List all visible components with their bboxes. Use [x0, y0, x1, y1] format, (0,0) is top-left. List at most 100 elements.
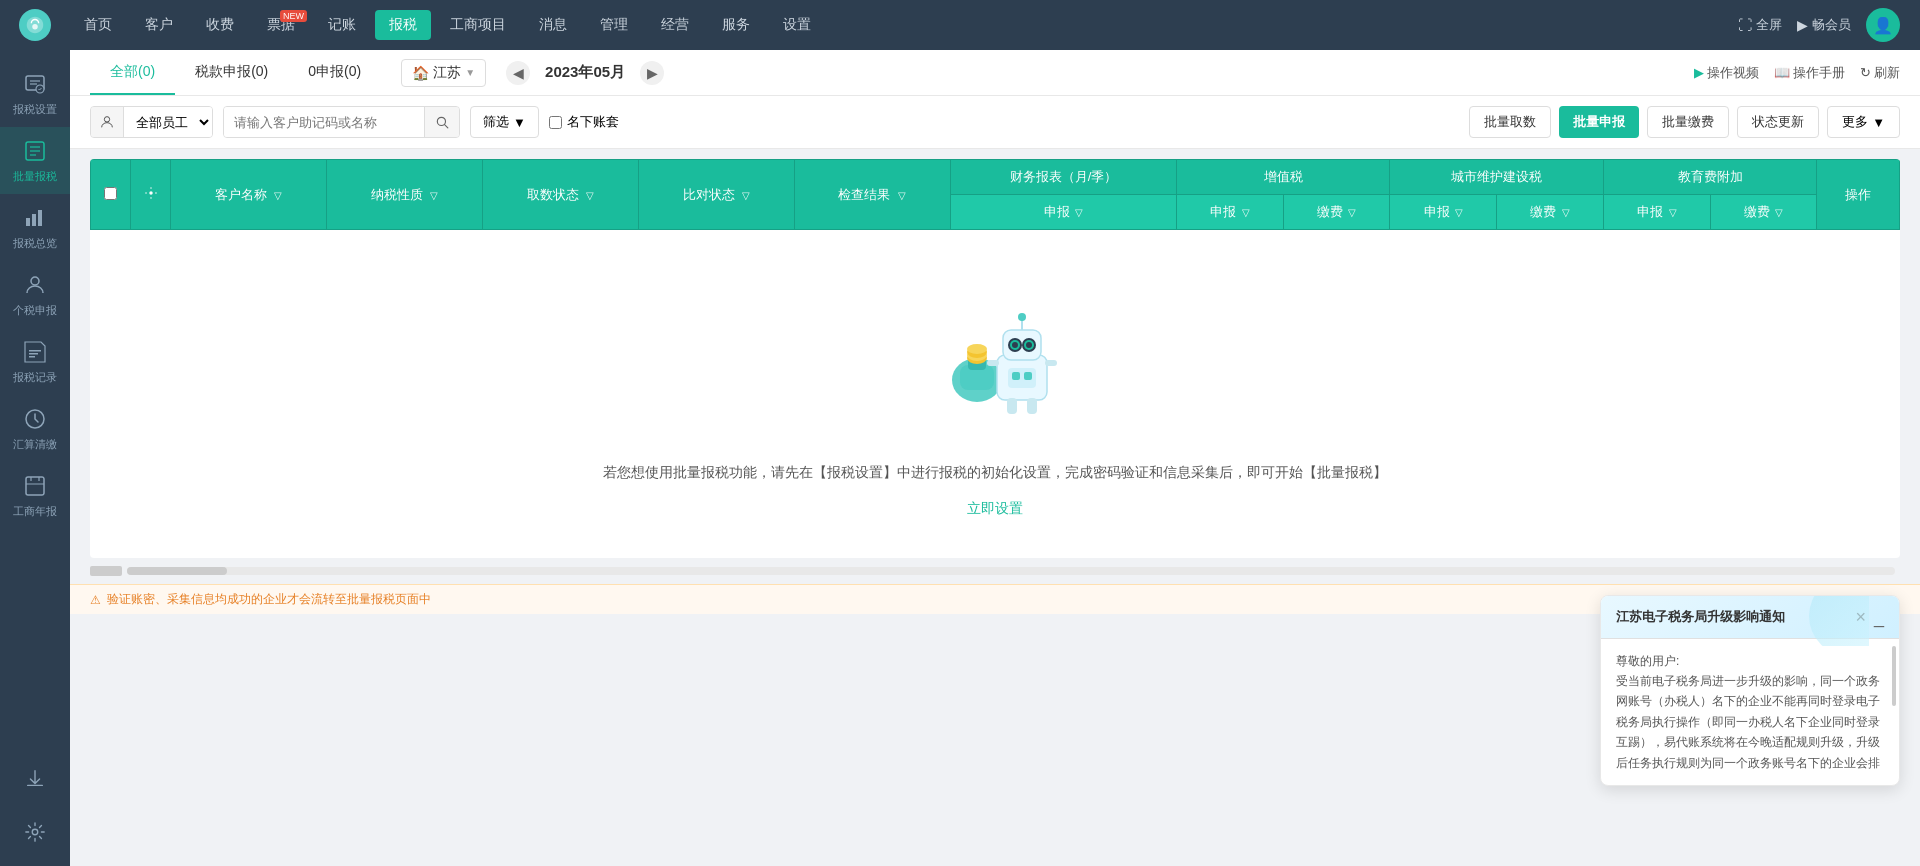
customer-filter-icon[interactable]: ▽	[274, 190, 282, 201]
checkresult-filter-icon[interactable]: ▽	[898, 190, 906, 201]
nav-item-manage[interactable]: 管理	[586, 10, 642, 40]
app-logo[interactable]	[10, 0, 60, 50]
accounts-checkbox-label[interactable]: 名下账套	[549, 113, 619, 131]
col-fetch-status: 取数状态 ▽	[482, 160, 638, 230]
batch-tax-label: 批量报税	[13, 169, 57, 184]
province-selector[interactable]: 🏠 江苏 ▼	[401, 59, 486, 87]
taxtype-filter-icon[interactable]: ▽	[430, 190, 438, 201]
search-box	[223, 106, 460, 138]
sidebar-item-tax-overview[interactable]: 报税总览	[0, 194, 70, 261]
svg-point-19	[104, 117, 109, 122]
table-body: 若您想使用批量报税功能，请先在【报税设置】中进行报税的初始化设置，完成密码验证和…	[91, 230, 1900, 559]
svg-rect-47	[1024, 372, 1032, 380]
province-flag-icon: 🏠	[412, 65, 429, 81]
empty-state: 若您想使用批量报税功能，请先在【报税设置】中进行报税的初始化设置，完成密码验证和…	[91, 230, 1900, 558]
tax-records-label: 报税记录	[13, 370, 57, 385]
sidebar-item-batch-tax[interactable]: 批量报税	[0, 127, 70, 194]
nav-item-customer[interactable]: 客户	[131, 10, 187, 40]
nav-item-fee[interactable]: 收费	[192, 10, 248, 40]
tax-overview-icon	[21, 204, 49, 232]
next-month-button[interactable]: ▶	[640, 61, 664, 85]
col-urban-declare: 申报 ▽	[1390, 195, 1497, 230]
member-button[interactable]: ▶ 畅会员	[1797, 16, 1851, 34]
tab-zero-declare[interactable]: 0申报(0)	[288, 51, 381, 95]
edupay-filter-icon[interactable]: ▽	[1775, 207, 1783, 218]
batch-pay-button[interactable]: 批量缴费	[1647, 106, 1729, 138]
col-operations: 操作	[1817, 160, 1900, 230]
notification-scrollbar[interactable]	[1892, 646, 1896, 706]
nav-item-settings[interactable]: 设置	[769, 10, 825, 40]
sidebar-bottom-settings[interactable]	[0, 808, 70, 856]
batch-declare-button[interactable]: 批量申报	[1559, 106, 1639, 138]
refresh-action[interactable]: ↻ 刷新	[1860, 64, 1900, 82]
sidebar-item-annual-report[interactable]: 工商年报	[0, 462, 70, 529]
fullscreen-button[interactable]: ⛶ 全屏	[1738, 16, 1782, 34]
col-settings	[131, 160, 171, 230]
svg-rect-44	[1027, 398, 1037, 414]
select-all-checkbox[interactable]	[104, 187, 117, 200]
svg-rect-43	[1007, 398, 1017, 414]
batch-fetch-button[interactable]: 批量取数	[1469, 106, 1551, 138]
settlement-label: 汇算清缴	[13, 437, 57, 452]
employee-dropdown[interactable]: 全部员工	[124, 107, 212, 137]
sidebar-item-personal-tax[interactable]: 个税申报	[0, 261, 70, 328]
notification-minimize[interactable]: _	[1874, 608, 1884, 626]
empty-text: 若您想使用批量报税功能，请先在【报税设置】中进行报税的初始化设置，完成密码验证和…	[603, 460, 1387, 485]
video-action[interactable]: ▶ 操作视频	[1694, 64, 1759, 82]
urbanpay-filter-icon[interactable]: ▽	[1562, 207, 1570, 218]
employee-select[interactable]: 全部员工	[90, 106, 213, 138]
nav-item-service[interactable]: 服务	[708, 10, 764, 40]
personal-tax-label: 个税申报	[13, 303, 57, 318]
tab-tax-declare[interactable]: 税款申报(0)	[175, 51, 288, 95]
svg-point-0	[32, 24, 38, 30]
svg-point-12	[31, 277, 39, 285]
nav-item-home[interactable]: 首页	[70, 10, 126, 40]
svg-point-18	[32, 829, 38, 835]
sidebar-item-tax-settings[interactable]: 报税设置	[0, 60, 70, 127]
sidebar-bottom-download[interactable]	[0, 755, 70, 803]
col-vat-pay: 缴费 ▽	[1283, 195, 1390, 230]
nav-item-business[interactable]: 工商项目	[436, 10, 520, 40]
tab-all[interactable]: 全部(0)	[90, 51, 175, 95]
more-button[interactable]: 更多 ▼	[1827, 106, 1900, 138]
sidebar-item-tax-records[interactable]: 报税记录	[0, 328, 70, 395]
accounts-checkbox[interactable]	[549, 116, 562, 129]
nav-right: ⛶ 全屏 ▶ 畅会员 👤	[1738, 8, 1900, 42]
vatpay-filter-icon[interactable]: ▽	[1348, 207, 1356, 218]
svg-point-35	[1012, 342, 1018, 348]
notification-text: 尊敬的用户: 受当前电子税务局进一步升级的影响，同一个政务网账号（办税人）名下的…	[1616, 651, 1884, 773]
financialdeclare-filter-icon[interactable]: ▽	[1075, 207, 1083, 218]
urbandeclare-filter-icon[interactable]: ▽	[1455, 207, 1463, 218]
user-avatar[interactable]: 👤	[1866, 8, 1900, 42]
member-icon: ▶	[1797, 17, 1808, 33]
tax-settings-label: 报税设置	[13, 102, 57, 117]
col-vat-declare: 申报 ▽	[1177, 195, 1284, 230]
status-update-button[interactable]: 状态更新	[1737, 106, 1819, 138]
search-input[interactable]	[224, 107, 424, 137]
search-button[interactable]	[424, 107, 459, 137]
manual-action[interactable]: 📖 操作手册	[1774, 64, 1845, 82]
nav-item-invoice[interactable]: 票据 NEW	[253, 10, 309, 40]
scroll-left-button[interactable]	[90, 566, 122, 576]
fetchstatus-filter-icon[interactable]: ▽	[586, 190, 594, 201]
nav-item-accounting[interactable]: 记账	[314, 10, 370, 40]
sidebar-item-settlement[interactable]: 汇算清缴	[0, 395, 70, 462]
scroll-thumb[interactable]	[127, 567, 227, 575]
filter-button[interactable]: 筛选 ▼	[470, 106, 539, 138]
edudeclare-filter-icon[interactable]: ▽	[1669, 207, 1677, 218]
tax-settings-icon	[21, 70, 49, 98]
nav-item-message[interactable]: 消息	[525, 10, 581, 40]
prev-month-button[interactable]: ◀	[506, 61, 530, 85]
col-compare-status: 比对状态 ▽	[638, 160, 794, 230]
scroll-track[interactable]	[127, 567, 1895, 575]
robot-illustration	[925, 290, 1065, 430]
vatdeclare-filter-icon[interactable]: ▽	[1242, 207, 1250, 218]
setup-link[interactable]: 立即设置	[967, 500, 1023, 518]
nav-item-operation[interactable]: 经营	[647, 10, 703, 40]
notification-title: 江苏电子税务局升级影响通知	[1616, 608, 1785, 626]
comparestatus-filter-icon[interactable]: ▽	[742, 190, 750, 201]
svg-point-29	[967, 344, 987, 354]
col-vat: 增值税	[1177, 160, 1390, 195]
status-warning-icon: ⚠	[90, 593, 101, 607]
nav-item-tax[interactable]: 报税	[375, 10, 431, 40]
